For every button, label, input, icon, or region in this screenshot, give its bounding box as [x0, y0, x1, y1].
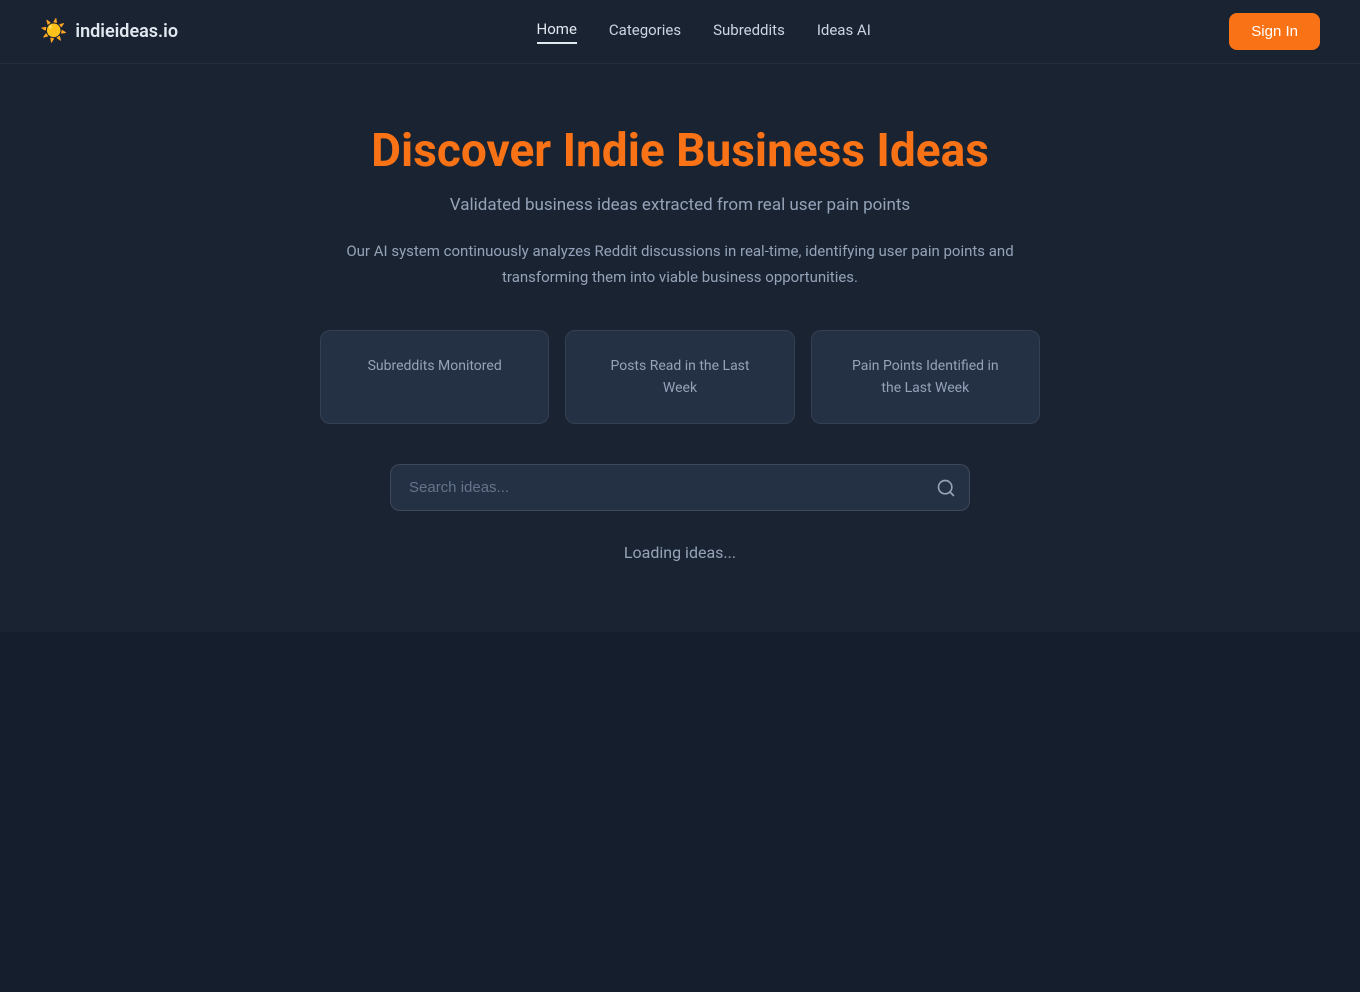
nav-link-subreddits[interactable]: Subreddits	[713, 21, 785, 43]
bottom-section	[0, 632, 1360, 992]
stat-card-posts: Posts Read in the Last Week	[565, 330, 794, 424]
stats-row: Subreddits Monitored Posts Read in the L…	[320, 330, 1040, 424]
stat-card-subreddits: Subreddits Monitored	[320, 330, 549, 424]
search-button[interactable]	[936, 478, 956, 498]
navbar: ☀️ indieideas.io Home Categories Subredd…	[0, 0, 1360, 64]
logo-text: indieideas.io	[75, 21, 178, 42]
nav-logo[interactable]: ☀️ indieideas.io	[40, 19, 178, 44]
logo-icon: ☀️	[40, 19, 67, 44]
hero-section: Discover Indie Business Ideas Validated …	[0, 64, 1360, 632]
stat-label-subreddits: Subreddits Monitored	[368, 358, 502, 374]
stat-label-pain-points: Pain Points Identified in the Last Week	[852, 358, 999, 396]
stat-label-posts: Posts Read in the Last Week	[610, 358, 749, 396]
sign-in-button[interactable]: Sign In	[1229, 13, 1320, 50]
nav-link-ideas-ai[interactable]: Ideas AI	[817, 21, 871, 43]
nav-link-home[interactable]: Home	[537, 20, 577, 44]
hero-subtitle: Validated business ideas extracted from …	[450, 195, 910, 215]
nav-right: Sign In	[1229, 13, 1320, 50]
hero-description: Our AI system continuously analyzes Redd…	[340, 239, 1020, 290]
stat-card-pain-points: Pain Points Identified in the Last Week	[811, 330, 1040, 424]
loading-text: Loading ideas...	[624, 543, 736, 562]
nav-link-categories[interactable]: Categories	[609, 21, 681, 43]
nav-links: Home Categories Subreddits Ideas AI	[537, 20, 871, 44]
search-icon	[936, 478, 956, 498]
hero-title: Discover Indie Business Ideas	[371, 124, 989, 179]
search-container	[390, 464, 970, 511]
search-input[interactable]	[390, 464, 970, 511]
